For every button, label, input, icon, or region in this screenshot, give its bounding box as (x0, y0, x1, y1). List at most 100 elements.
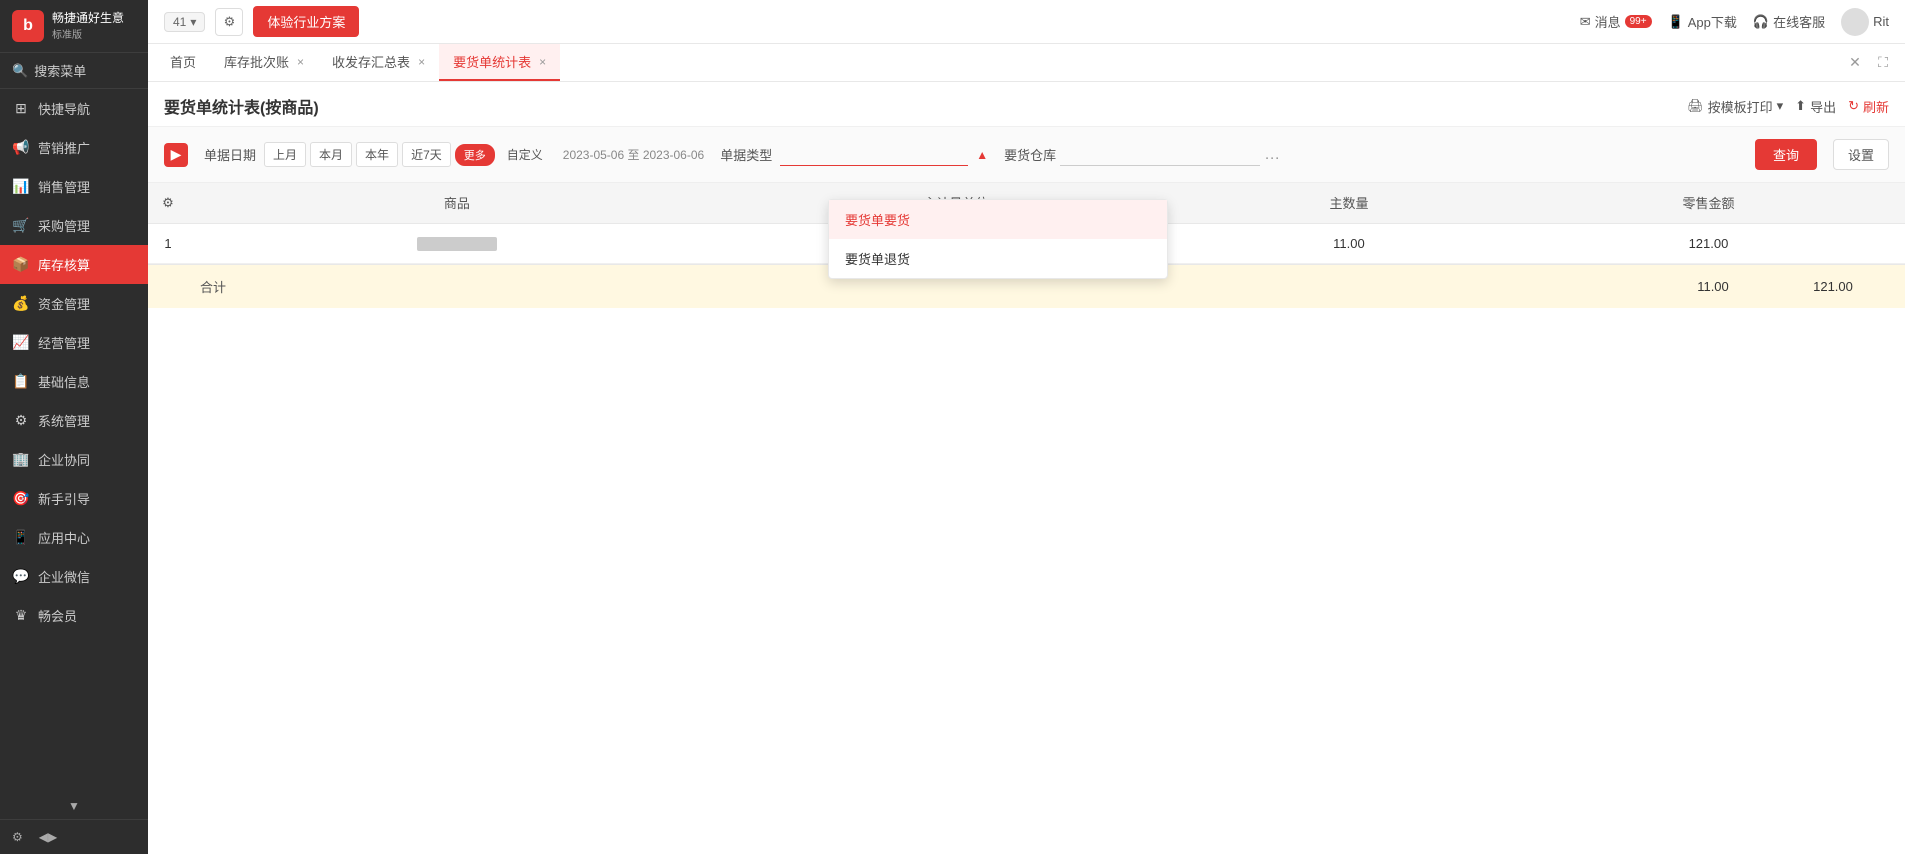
page-actions: 🖨 按模板打印 ▾ ⬆ 导出 ↻ 刷新 (1687, 97, 1889, 116)
tab-receivable-close[interactable]: × (418, 55, 425, 69)
search-icon: 🔍 (12, 63, 28, 79)
refresh-btn[interactable]: ↻ 刷新 (1848, 97, 1889, 116)
col-amount: 零售金额 (1512, 183, 1905, 223)
row-qty: 11.00 (1186, 223, 1512, 263)
search-menu[interactable]: 🔍 搜索菜单 (0, 53, 148, 89)
warehouse-input[interactable] (1060, 144, 1260, 166)
export-label: 导出 (1810, 97, 1836, 116)
sidebar-item-basic[interactable]: 📋 基础信息 (0, 362, 148, 401)
row-goods (188, 223, 726, 263)
custom-btn[interactable]: 自定义 (499, 143, 551, 166)
online-service-btn[interactable]: 🎧 在线客服 (1753, 12, 1825, 31)
doc-type-filter-group: 单据类型 ▲ (720, 144, 988, 166)
footer-label: 合计 (160, 277, 226, 296)
scroll-down-arrow[interactable]: ▼ (0, 797, 148, 815)
version-num: 41 (173, 15, 186, 29)
sidebar-item-quick-nav[interactable]: ⊞ 快捷导航 (0, 89, 148, 128)
app-sub: 标准版 (52, 26, 124, 41)
print-label: 按模板打印 (1708, 97, 1773, 116)
tab-batch-close[interactable]: × (297, 55, 304, 69)
topbar-right: ✉ 消息 99+ 📱 App下载 🎧 在线客服 Rit (1580, 8, 1889, 36)
tab-batch-account[interactable]: 库存批次账 × (210, 44, 318, 81)
this-month-btn[interactable]: 本月 (310, 142, 352, 167)
version-badge[interactable]: 41 ▾ (164, 12, 205, 32)
user-area[interactable]: Rit (1841, 8, 1889, 36)
app-download-label: App下载 (1688, 12, 1737, 31)
gear-button[interactable]: ⚙ (215, 8, 243, 36)
doc-type-input[interactable] (780, 144, 968, 166)
settings-footer-btn[interactable]: ⚙ (12, 830, 23, 844)
refresh-label: 刷新 (1863, 97, 1889, 116)
tab-receivable-summary[interactable]: 收发存汇总表 × (318, 44, 439, 81)
dropdown-item-order-return[interactable]: 要货单退货 (829, 239, 1167, 278)
footer-qty: 11.00 (1653, 279, 1773, 294)
print-btn[interactable]: 🖨 按模板打印 ▾ (1687, 97, 1783, 116)
close-window-btn[interactable]: ✕ (1845, 53, 1865, 73)
sidebar-item-wechat[interactable]: 💬 企业微信 (0, 557, 148, 596)
dropdown-item-order-goods[interactable]: 要货单要货 (829, 200, 1167, 239)
logo-area: b 畅捷通好生意 标准版 (0, 0, 148, 53)
sidebar-item-label: 销售管理 (38, 177, 90, 196)
goods-blurred (417, 237, 497, 251)
sidebar-item-marketing[interactable]: 📢 营销推广 (0, 128, 148, 167)
message-icon: ✉ (1580, 14, 1591, 30)
warehouse-more-icon[interactable]: … (1264, 146, 1280, 164)
collapse-footer-btn[interactable]: ◀▶ (39, 830, 57, 844)
tab-home[interactable]: 首页 (156, 44, 210, 81)
doc-type-dropdown: 要货单要货 要货单退货 (828, 199, 1168, 279)
tab-receivable-label: 收发存汇总表 (332, 52, 410, 71)
purchase-icon: 🛒 (12, 217, 30, 235)
sidebar-item-label: 企业协同 (38, 450, 90, 469)
topbar: 41 ▾ ⚙ 体验行业方案 ✉ 消息 99+ 📱 App下载 🎧 在线客服 R (148, 0, 1905, 44)
sidebar-item-app-center[interactable]: 📱 应用中心 (0, 518, 148, 557)
sidebar-item-inventory[interactable]: 📦 库存核算 (0, 245, 148, 284)
doc-type-dropdown-arrow[interactable]: ▲ (976, 148, 988, 162)
sidebar-item-guide[interactable]: 🎯 新手引导 (0, 479, 148, 518)
print-arrow: ▾ (1777, 98, 1784, 114)
expand-filter-btn[interactable]: ▶ (164, 143, 188, 167)
col-qty: 主数量 (1186, 183, 1512, 223)
this-year-btn[interactable]: 本年 (356, 142, 398, 167)
main-area: 41 ▾ ⚙ 体验行业方案 ✉ 消息 99+ 📱 App下载 🎧 在线客服 R (148, 0, 1905, 854)
sidebar-item-system[interactable]: ⚙ 系统管理 (0, 401, 148, 440)
sidebar-item-enterprise[interactable]: 🏢 企业协同 (0, 440, 148, 479)
messages-badge: 99+ (1625, 15, 1652, 28)
query-btn[interactable]: 查询 (1755, 139, 1817, 170)
messages-btn[interactable]: ✉ 消息 99+ (1580, 12, 1652, 31)
export-btn[interactable]: ⬆ 导出 (1795, 97, 1836, 116)
7days-btn[interactable]: 近7天 (402, 142, 451, 167)
app-download-btn[interactable]: 📱 App下载 (1668, 12, 1737, 31)
sidebar-item-label: 营销推广 (38, 138, 90, 157)
tab-order-close[interactable]: × (539, 55, 546, 69)
tab-batch-label: 库存批次账 (224, 52, 289, 71)
sidebar-item-label: 库存核算 (38, 255, 90, 274)
sidebar-item-label: 采购管理 (38, 216, 90, 235)
sidebar-item-label: 资金管理 (38, 294, 90, 313)
tab-home-label: 首页 (170, 52, 196, 71)
sales-icon: 📊 (12, 178, 30, 196)
trial-btn[interactable]: 体验行业方案 (253, 6, 359, 37)
marketing-icon: 📢 (12, 139, 30, 157)
last-month-btn[interactable]: 上月 (264, 142, 306, 167)
doc-type-label: 单据类型 (720, 145, 772, 164)
maximize-window-btn[interactable]: ⛶ (1873, 53, 1893, 73)
sidebar-item-vip[interactable]: ♛ 畅会员 (0, 596, 148, 635)
sidebar-item-label: 新手引导 (38, 489, 90, 508)
tab-order-stats[interactable]: 要货单统计表 × (439, 44, 560, 81)
enterprise-icon: 🏢 (12, 451, 30, 469)
sidebar-nav: ⊞ 快捷导航 📢 营销推广 📊 销售管理 🛒 采购管理 📦 库存核算 💰 资金管… (0, 89, 148, 793)
logo-icon: b (12, 10, 44, 42)
dropdown-item-label: 要货单要货 (845, 210, 910, 229)
col-goods: 商品 (188, 183, 726, 223)
basic-icon: 📋 (12, 373, 30, 391)
more-btn[interactable]: 更多 (455, 144, 495, 166)
sidebar-scroll-controls: ▼ (0, 793, 148, 819)
messages-label: 消息 (1595, 12, 1621, 31)
set-btn[interactable]: 设置 (1833, 139, 1889, 170)
col-settings[interactable]: ⚙ (148, 183, 188, 223)
sidebar-item-sales[interactable]: 📊 销售管理 (0, 167, 148, 206)
inventory-icon: 📦 (12, 256, 30, 274)
sidebar-item-finance[interactable]: 💰 资金管理 (0, 284, 148, 323)
sidebar-item-purchase[interactable]: 🛒 采购管理 (0, 206, 148, 245)
sidebar-item-operation[interactable]: 📈 经营管理 (0, 323, 148, 362)
